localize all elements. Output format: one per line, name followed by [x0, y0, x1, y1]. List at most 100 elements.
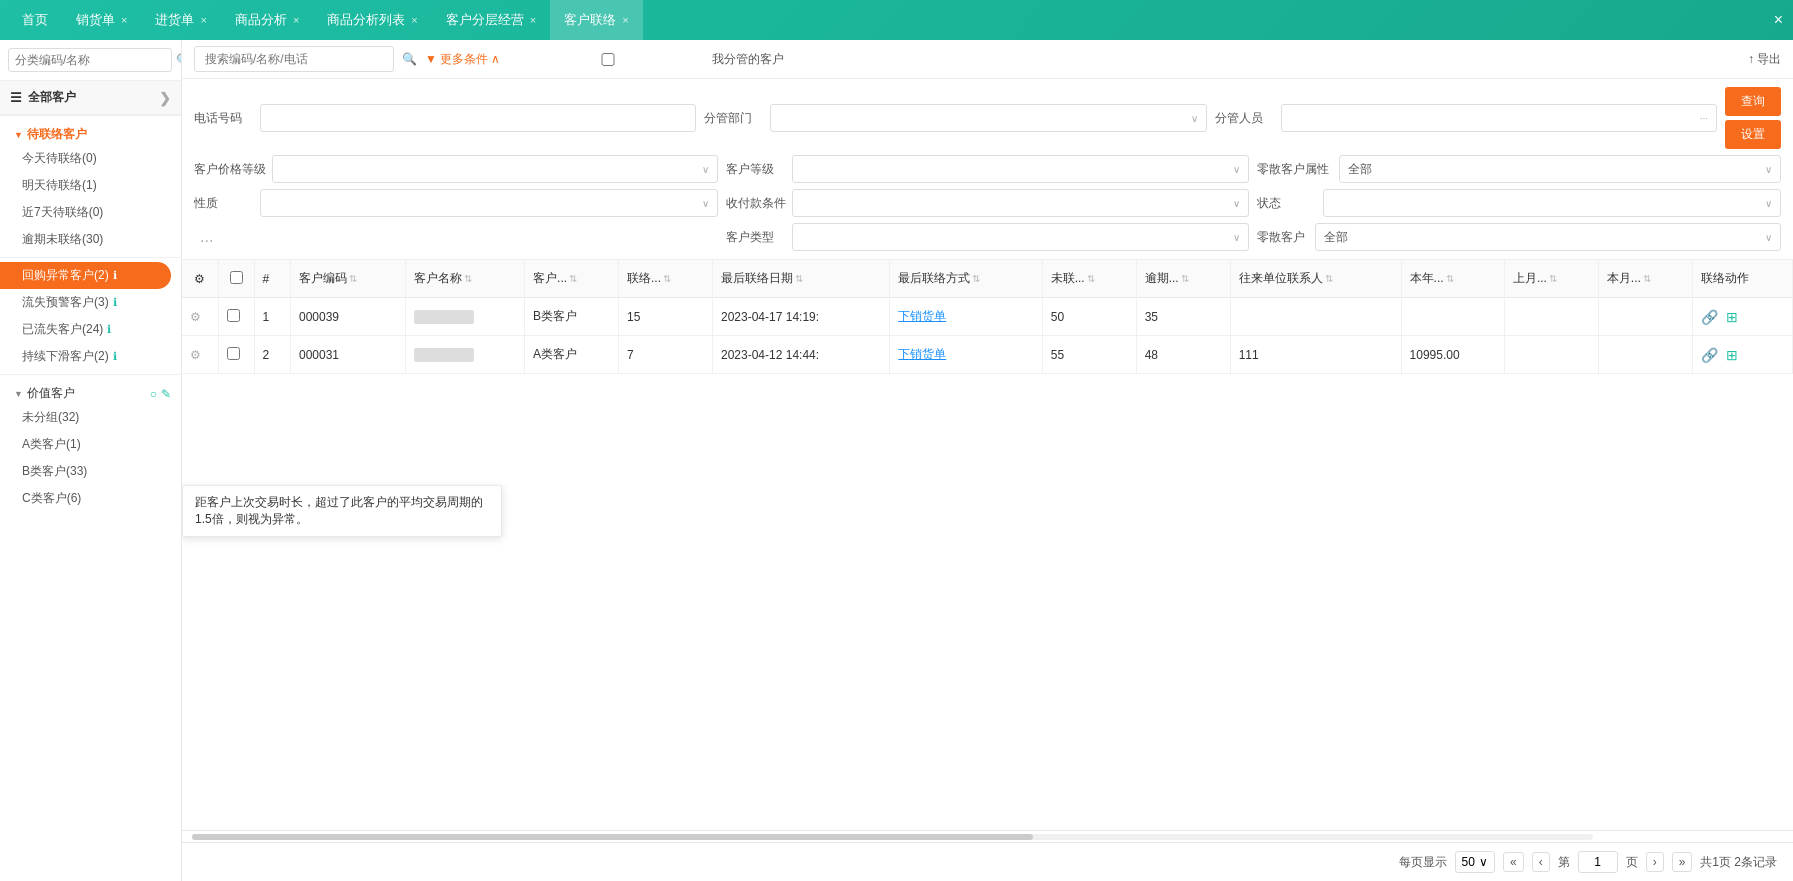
window-close-button[interactable]: ×	[1774, 11, 1783, 29]
td-last-contact-method[interactable]: 下销货单	[890, 336, 1042, 374]
action-link-icon[interactable]: 🔗	[1701, 309, 1718, 325]
next-page-button[interactable]: ›	[1646, 852, 1664, 872]
price-grade-select[interactable]: ∨	[272, 155, 718, 183]
table-row: ⚙2000031 A类客户72023-04-12 14:44:下销货单55481…	[182, 336, 1793, 374]
customer-type-select[interactable]: ∨	[792, 223, 1250, 251]
sidebar-item-value[interactable]: B类客户(33)	[0, 458, 181, 485]
row-checkbox[interactable]	[227, 347, 240, 360]
person-select[interactable]: ···	[1281, 104, 1717, 132]
my-customers-checkbox[interactable]	[508, 53, 708, 66]
sidebar-item-pending[interactable]: 明天待联络(1)	[0, 172, 181, 199]
td-this-month	[1598, 298, 1692, 336]
nav-item-客户联络[interactable]: 客户联络×	[550, 0, 642, 40]
settings-button[interactable]: 设置	[1725, 120, 1781, 149]
more-conditions-button[interactable]: ▼ 更多条件 ∧	[425, 51, 500, 68]
query-button[interactable]: 查询	[1725, 87, 1781, 116]
nav-close-icon[interactable]: ×	[622, 14, 628, 26]
sidebar-item-repurchase-abnormal[interactable]: 回购异常客户(2) ℹ	[0, 262, 171, 289]
td-action[interactable]: 🔗⊞	[1692, 336, 1792, 374]
row-checkbox[interactable]	[227, 309, 240, 322]
action-grid-icon[interactable]: ⊞	[1726, 309, 1738, 325]
nav-close-icon[interactable]: ×	[293, 14, 299, 26]
td-checkbox[interactable]	[218, 298, 254, 336]
dept-select[interactable]: ∨	[770, 104, 1206, 132]
last-page-button[interactable]: »	[1672, 852, 1693, 872]
retail-customer-cell: 零散客户 全部∨	[1257, 223, 1781, 251]
td-action[interactable]: 🔗⊞	[1692, 298, 1792, 336]
td-checkbox[interactable]	[218, 336, 254, 374]
action-grid-icon[interactable]: ⊞	[1726, 347, 1738, 363]
sidebar-item-value[interactable]: 未分组(32)	[0, 404, 181, 431]
th-name[interactable]: 客户名称⇅	[406, 260, 525, 298]
td-settings[interactable]: ⚙	[182, 336, 218, 374]
my-customers-checkbox-label[interactable]: 我分管的客户	[508, 51, 784, 68]
sidebar-item-pending[interactable]: 今天待联络(0)	[0, 145, 181, 172]
search-input[interactable]	[194, 46, 394, 72]
sidebar-item-pending[interactable]: 逾期未联络(30)	[0, 226, 181, 253]
customer-grade-select[interactable]: ∨	[792, 155, 1250, 183]
nav-close-icon[interactable]: ×	[200, 14, 206, 26]
th-last-contact-method[interactable]: 最后联络方式⇅	[890, 260, 1042, 298]
first-page-button[interactable]: «	[1503, 852, 1524, 872]
th-code[interactable]: 客户编码⇅	[290, 260, 406, 298]
search-button[interactable]: 🔍	[402, 52, 417, 66]
nav-close-icon[interactable]: ×	[121, 14, 127, 26]
nav-item-首页[interactable]: 首页	[8, 0, 62, 40]
scroll-thumb[interactable]	[192, 834, 1033, 840]
nav-close-icon[interactable]: ×	[411, 14, 417, 26]
select-all-checkbox[interactable]	[230, 271, 243, 284]
scroll-track[interactable]	[192, 834, 1593, 840]
th-settings[interactable]: ⚙	[182, 260, 218, 298]
value-section-edit-icon[interactable]: ✎	[161, 387, 171, 401]
table-area: ⚙ # 客户编码⇅ 客户名称⇅ 客户...⇅ 联络...⇅ 最后联络日期⇅ 最后…	[182, 260, 1793, 830]
sidebar-item-other[interactable]: 持续下滑客户(2)ℹ	[0, 343, 181, 370]
th-overdue[interactable]: 逾期...⇅	[1136, 260, 1230, 298]
sidebar-item-value[interactable]: C类客户(6)	[0, 485, 181, 512]
nav-item-进货单[interactable]: 进货单×	[141, 0, 220, 40]
nav-close-icon[interactable]: ×	[530, 14, 536, 26]
phone-input[interactable]	[260, 104, 696, 132]
sidebar-search-input[interactable]	[8, 48, 172, 72]
row-settings-icon[interactable]: ⚙	[190, 348, 201, 362]
th-last-month[interactable]: 上月...⇅	[1504, 260, 1598, 298]
nav-item-商品分析[interactable]: 商品分析×	[221, 0, 313, 40]
last-contact-method-link[interactable]: 下销货单	[898, 347, 946, 361]
th-this-year[interactable]: 本年...⇅	[1401, 260, 1504, 298]
nav-item-商品分析列表[interactable]: 商品分析列表×	[313, 0, 431, 40]
td-not-contacted: 50	[1042, 298, 1136, 336]
gender-select[interactable]: ∨	[260, 189, 718, 217]
action-link-icon[interactable]: 🔗	[1701, 347, 1718, 363]
payment-select[interactable]: ∨	[792, 189, 1250, 217]
td-code: 000031	[290, 336, 406, 374]
sidebar-item-pending[interactable]: 近7天待联络(0)	[0, 199, 181, 226]
prev-page-button[interactable]: ‹	[1532, 852, 1550, 872]
status-select[interactable]: ∨	[1323, 189, 1781, 217]
nav-item-销货单[interactable]: 销货单×	[62, 0, 141, 40]
th-not-contacted[interactable]: 未联...⇅	[1042, 260, 1136, 298]
phone-cell: 电话号码	[194, 104, 696, 132]
sidebar-item-value[interactable]: A类客户(1)	[0, 431, 181, 458]
export-button[interactable]: ↑ 导出	[1748, 51, 1781, 68]
sidebar-item-other[interactable]: 已流失客户(24)ℹ	[0, 316, 181, 343]
row-settings-icon[interactable]: ⚙	[190, 310, 201, 324]
th-customer-type[interactable]: 客户...⇅	[525, 260, 619, 298]
collapse-icon[interactable]: ❯	[159, 90, 171, 106]
nav-item-客户分层经营[interactable]: 客户分层经营×	[432, 0, 550, 40]
th-company-contact[interactable]: 往来单位联系人⇅	[1230, 260, 1401, 298]
horizontal-scrollbar[interactable]	[182, 830, 1793, 842]
sidebar-item-other[interactable]: 流失预警客户(3)ℹ	[0, 289, 181, 316]
sidebar-all-customers[interactable]: ☰ 全部客户 ❯	[0, 81, 181, 115]
per-page-select[interactable]: 50 ∨	[1455, 851, 1495, 873]
th-last-contact-date[interactable]: 最后联络日期⇅	[712, 260, 889, 298]
th-checkbox[interactable]	[218, 260, 254, 298]
td-last-contact-method[interactable]: 下销货单	[890, 298, 1042, 336]
th-contact[interactable]: 联络...⇅	[619, 260, 713, 298]
value-section-circle-icon[interactable]: ○	[150, 387, 157, 401]
retail-attr-select[interactable]: 全部∨	[1339, 155, 1781, 183]
last-contact-method-link[interactable]: 下销货单	[898, 309, 946, 323]
more-filter-button[interactable]: ...	[194, 228, 219, 246]
th-this-month[interactable]: 本月...⇅	[1598, 260, 1692, 298]
retail-customer-select[interactable]: 全部∨	[1315, 223, 1781, 251]
current-page-input[interactable]	[1578, 851, 1618, 873]
td-settings[interactable]: ⚙	[182, 298, 218, 336]
